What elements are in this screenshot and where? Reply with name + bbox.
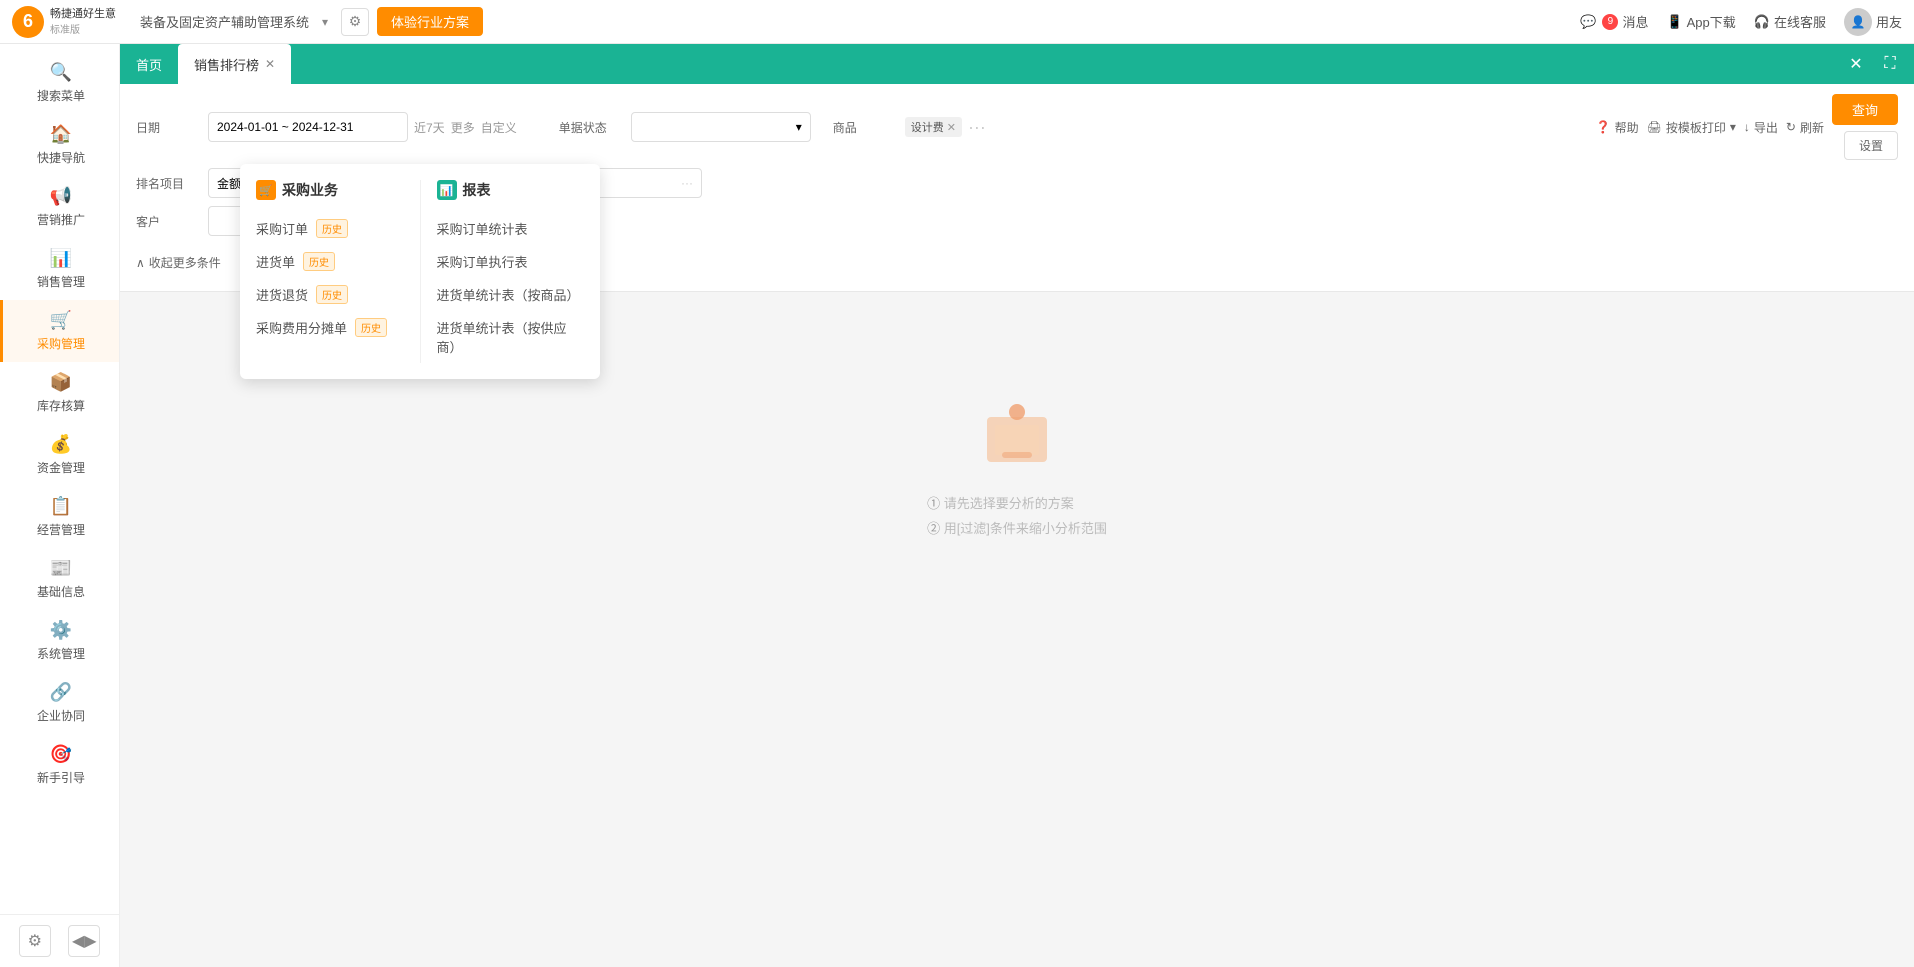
history-badge-1: 历史 — [303, 252, 335, 271]
menu-item-return[interactable]: 进货退货 历史 — [256, 278, 404, 311]
logo-sub: 标准版 — [50, 21, 116, 36]
tab-bar-right: ✕ ⛶ — [1842, 50, 1914, 78]
sidebar-item-nav[interactable]: 🏠 快捷导航 — [0, 114, 119, 176]
menu-item-report-1[interactable]: 采购订单统计表 — [437, 212, 585, 245]
tab-home[interactable]: 首页 — [120, 44, 178, 84]
sidebar-item-label: 系统管理 — [37, 645, 85, 662]
sidebar-item-finance[interactable]: 💰 资金管理 — [0, 424, 119, 486]
sidebar-item-label: 销售管理 — [37, 273, 85, 290]
menu-item-receipt[interactable]: 进货单 历史 — [256, 245, 404, 278]
purchase-section: 🛒 采购业务 采购订单 历史 进货单 历史 进货退货 历史 — [256, 180, 404, 363]
history-badge-3: 历史 — [355, 318, 387, 337]
sidebar-item-marketing[interactable]: 📢 营销推广 — [0, 176, 119, 238]
phone-icon: 📱 — [1666, 14, 1682, 30]
user-btn[interactable]: 👤 用友 — [1844, 8, 1902, 36]
sidebar-item-guide[interactable]: 🎯 新手引导 — [0, 734, 119, 796]
sidebar-item-label: 采购管理 — [37, 335, 85, 352]
system-icon: ⚙️ — [50, 620, 72, 641]
marketing-icon: 📢 — [50, 186, 72, 207]
sidebar-item-label: 快捷导航 — [37, 149, 85, 166]
headset-icon: 🎧 — [1754, 14, 1770, 30]
sidebar-item-purchase[interactable]: 🛒 采购管理 — [0, 300, 119, 362]
search-icon: 🔍 — [50, 62, 72, 83]
app-download-btn[interactable]: 📱 App下载 — [1666, 12, 1735, 31]
purchase-section-icon: 🛒 — [256, 180, 276, 200]
tab-close-icon[interactable]: ✕ — [265, 57, 275, 71]
sidebar-item-label: 营销推广 — [37, 211, 85, 228]
sidebar-bottom: ⚙ ◀▶ — [0, 914, 119, 967]
message-label: 消息 — [1622, 12, 1648, 31]
tab-sales-ranking[interactable]: 销售排行榜 ✕ — [178, 44, 291, 84]
sidebar-item-label: 新手引导 — [37, 769, 85, 786]
purchase-section-header: 🛒 采购业务 — [256, 180, 404, 200]
operation-icon: 📋 — [50, 496, 72, 517]
online-service-btn[interactable]: 🎧 在线客服 — [1754, 12, 1826, 31]
basic-icon: 📰 — [50, 558, 72, 579]
logo-area: 6 畅捷通好生意 标准版 — [12, 6, 132, 38]
page-content: 日期 近7天 更多 自定义 单据状态 ▾ 商品 — [120, 84, 1914, 967]
sidebar-item-label: 基础信息 — [37, 583, 85, 600]
sidebar-settings-btn[interactable]: ⚙ — [19, 925, 51, 957]
sidebar-item-search[interactable]: 🔍 搜索菜单 — [0, 52, 119, 114]
sidebar-item-label: 企业协同 — [37, 707, 85, 724]
home-icon: 🏠 — [50, 124, 72, 145]
menu-item-purchase-order[interactable]: 采购订单 历史 — [256, 212, 404, 245]
header-right: 💬 9 消息 📱 App下载 🎧 在线客服 👤 用友 — [1580, 8, 1902, 36]
sidebar-item-label: 经营管理 — [37, 521, 85, 538]
report-section-header: 📊 报表 — [437, 180, 585, 200]
sidebar-item-sales[interactable]: 📊 销售管理 — [0, 238, 119, 300]
avatar: 👤 — [1844, 8, 1872, 36]
tab-close-all-icon[interactable]: ✕ — [1842, 50, 1870, 78]
message-badge: 9 — [1602, 14, 1618, 30]
user-label: 用友 — [1876, 12, 1902, 31]
header-center: 装备及固定资产辅助管理系统 ▾ ⚙ 体验行业方案 — [132, 7, 1580, 36]
history-badge-0: 历史 — [316, 219, 348, 238]
menu-divider — [420, 180, 421, 363]
sidebar-item-label: 库存核算 — [37, 397, 85, 414]
sidebar: 🔍 搜索菜单 🏠 快捷导航 📢 营销推广 📊 销售管理 🛒 采购管理 📦 库存核… — [0, 44, 120, 967]
logo-text: 畅捷通好生意 — [50, 7, 116, 21]
inventory-icon: 📦 — [50, 372, 72, 393]
message-icon: 💬 — [1580, 14, 1596, 30]
sidebar-item-inventory[interactable]: 📦 库存核算 — [0, 362, 119, 424]
sidebar-item-system[interactable]: ⚙️ 系统管理 — [0, 610, 119, 672]
purchase-dropdown-menu: 🛒 采购业务 采购订单 历史 进货单 历史 进货退货 历史 — [240, 164, 600, 379]
menu-item-report-2[interactable]: 采购订单执行表 — [437, 245, 585, 278]
sales-icon: 📊 — [50, 248, 72, 269]
system-title: 装备及固定资产辅助管理系统 — [140, 12, 309, 31]
system-dropdown-arrow[interactable]: ▾ — [317, 14, 333, 30]
sidebar-item-operation[interactable]: 📋 经营管理 — [0, 486, 119, 548]
logo-icon: 6 — [12, 6, 44, 38]
menu-item-report-3[interactable]: 进货单统计表（按商品） — [437, 278, 585, 311]
sidebar-collapse-btn[interactable]: ◀▶ — [68, 925, 100, 957]
sidebar-item-basic[interactable]: 📰 基础信息 — [0, 548, 119, 610]
sidebar-item-cooperation[interactable]: 🔗 企业协同 — [0, 672, 119, 734]
cooperation-icon: 🔗 — [50, 682, 72, 703]
purchase-icon: 🛒 — [50, 310, 72, 331]
tab-expand-icon[interactable]: ⛶ — [1876, 50, 1904, 78]
industry-btn[interactable]: 体验行业方案 — [377, 7, 483, 36]
report-section-icon: 📊 — [437, 180, 457, 200]
settings-icon[interactable]: ⚙ — [341, 8, 369, 36]
history-badge-2: 历史 — [316, 285, 348, 304]
menu-item-report-4[interactable]: 进货单统计表（按供应商） — [437, 311, 585, 363]
finance-icon: 💰 — [50, 434, 72, 455]
sidebar-item-label: 搜索菜单 — [37, 87, 85, 104]
content-area: 首页 销售排行榜 ✕ ✕ ⛶ 日期 近7天 更多 — [120, 44, 1914, 967]
top-header: 6 畅捷通好生意 标准版 装备及固定资产辅助管理系统 ▾ ⚙ 体验行业方案 💬 … — [0, 0, 1914, 44]
main-layout: 🔍 搜索菜单 🏠 快捷导航 📢 营销推广 📊 销售管理 🛒 采购管理 📦 库存核… — [0, 44, 1914, 967]
menu-item-expense[interactable]: 采购费用分摊单 历史 — [256, 311, 404, 344]
report-section: 📊 报表 采购订单统计表 采购订单执行表 进货单统计表（按商品） 进货单统计表（… — [437, 180, 585, 363]
guide-icon: 🎯 — [50, 744, 72, 765]
tab-bar: 首页 销售排行榜 ✕ ✕ ⛶ — [120, 44, 1914, 84]
sidebar-item-label: 资金管理 — [37, 459, 85, 476]
message-btn[interactable]: 💬 9 消息 — [1580, 12, 1648, 31]
